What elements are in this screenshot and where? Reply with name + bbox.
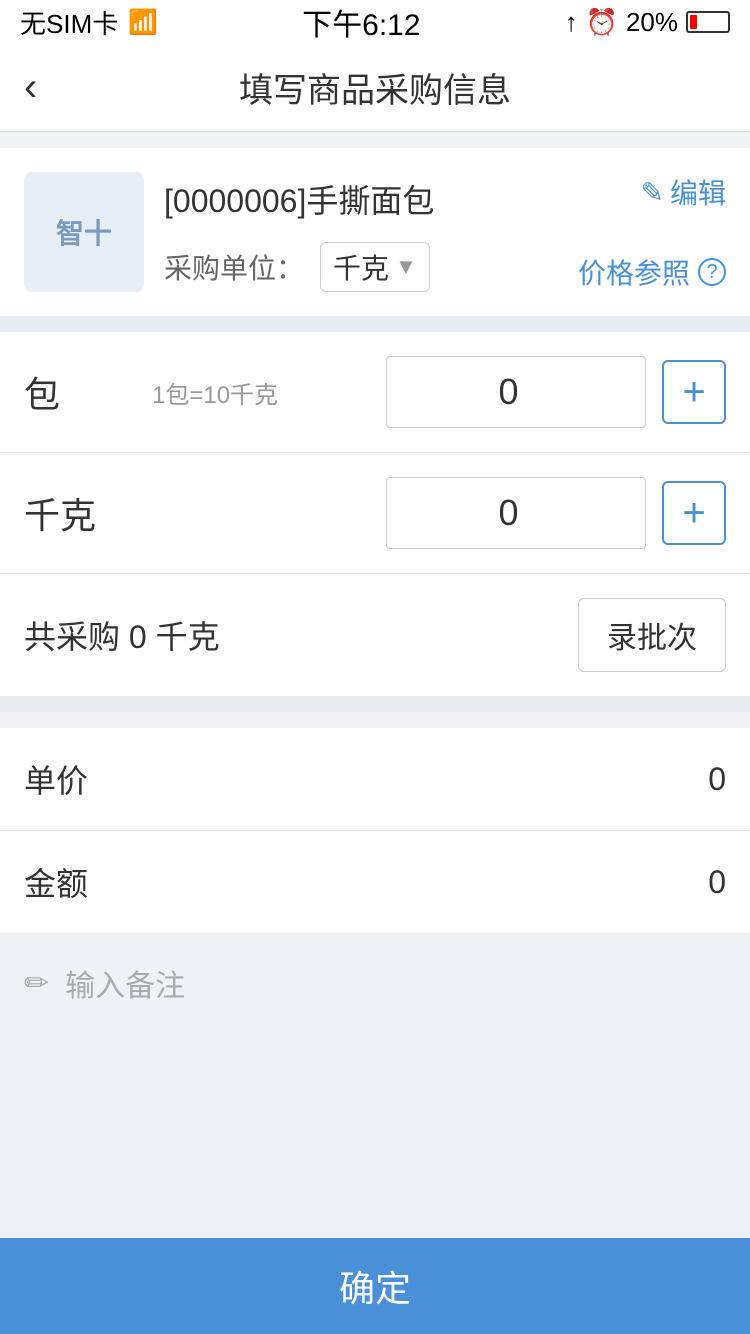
total-row: 共采购 0 千克 录批次 bbox=[0, 574, 750, 696]
chevron-down-icon: ▼ bbox=[395, 254, 417, 280]
amount-value: 0 bbox=[708, 864, 726, 901]
price-ref-label: 价格参照 bbox=[578, 252, 690, 292]
kg-input[interactable] bbox=[386, 477, 646, 549]
edit-label: 编辑 bbox=[670, 172, 726, 212]
separator-1 bbox=[0, 316, 750, 332]
unit-price-value: 0 bbox=[708, 761, 726, 798]
price-section: 单价 0 金额 0 bbox=[0, 728, 750, 933]
status-time: 下午6:12 bbox=[302, 0, 420, 44]
remark-section[interactable]: ✏ 输入备注 bbox=[0, 933, 750, 1033]
kg-plus-button[interactable]: + bbox=[662, 481, 726, 545]
input-section: 包 1包=10千克 + 千克 + bbox=[0, 332, 750, 574]
remark-placeholder: 输入备注 bbox=[65, 961, 185, 1005]
pencil-icon: ✏ bbox=[24, 966, 49, 1001]
page-title: 填写商品采购信息 bbox=[239, 63, 511, 112]
edit-icon: ✎ bbox=[641, 176, 664, 209]
wifi-icon: 📶 bbox=[128, 8, 158, 37]
edit-button[interactable]: ✎ 编辑 bbox=[641, 172, 726, 212]
battery-icon bbox=[686, 11, 730, 33]
help-icon: ? bbox=[698, 258, 726, 286]
status-bar: 无SIM卡 📶 下午6:12 ↑ ⏰ 20% bbox=[0, 0, 750, 44]
location-icon: ↑ bbox=[565, 7, 578, 38]
separator-2 bbox=[0, 696, 750, 712]
amount-label: 金额 bbox=[24, 859, 88, 905]
back-button[interactable]: ‹ bbox=[24, 65, 37, 110]
amount-row: 金额 0 bbox=[0, 831, 750, 933]
unit-price-row: 单价 0 bbox=[0, 728, 750, 831]
unit-select[interactable]: 千克 ▼ bbox=[320, 242, 430, 292]
status-left: 无SIM卡 📶 bbox=[20, 4, 158, 41]
package-field-wrap: + bbox=[278, 356, 726, 428]
product-logo: 智十 bbox=[56, 212, 112, 252]
package-plus-button[interactable]: + bbox=[662, 360, 726, 424]
product-image: 智十 bbox=[24, 172, 144, 292]
product-card: 智十 [0000006]手撕面包 采购单位： 千克 ▼ ✎ 编辑 价格参照 ? bbox=[0, 148, 750, 316]
carrier-text: 无SIM卡 bbox=[20, 4, 118, 41]
unit-value: 千克 bbox=[333, 247, 389, 287]
unit-price-label: 单价 bbox=[24, 756, 88, 802]
package-sublabel: 1包=10千克 bbox=[152, 375, 278, 410]
package-input[interactable] bbox=[386, 356, 646, 428]
kg-input-row: 千克 + bbox=[0, 453, 750, 574]
kg-field-wrap: + bbox=[144, 477, 726, 549]
confirm-button[interactable]: 确定 bbox=[0, 1238, 750, 1334]
kg-label: 千克 bbox=[24, 487, 144, 539]
record-batch-button[interactable]: 录批次 bbox=[578, 598, 726, 672]
package-label: 包 bbox=[24, 366, 144, 418]
status-right: ↑ ⏰ 20% bbox=[565, 7, 730, 38]
price-ref-button[interactable]: 价格参照 ? bbox=[578, 252, 726, 292]
nav-bar: ‹ 填写商品采购信息 bbox=[0, 44, 750, 132]
battery-percent: 20% bbox=[626, 7, 678, 38]
unit-label-text: 采购单位： bbox=[164, 247, 304, 287]
package-input-row: 包 1包=10千克 + bbox=[0, 332, 750, 453]
alarm-icon: ⏰ bbox=[586, 7, 618, 38]
total-label: 共采购 0 千克 bbox=[24, 612, 220, 658]
